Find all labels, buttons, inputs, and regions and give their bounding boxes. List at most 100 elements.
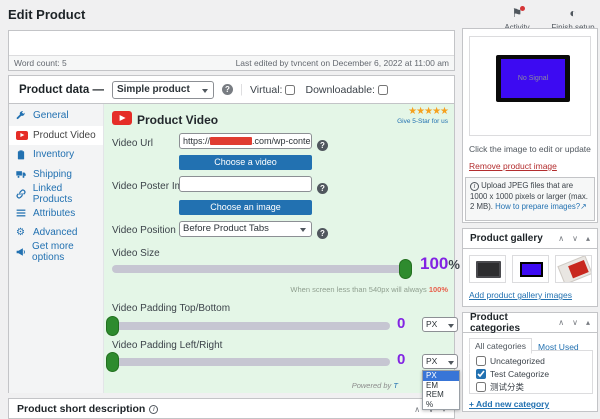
padding-lr-unit-select[interactable]: PX <box>422 354 458 369</box>
product-video-panel: Product Video ★★★★★ Give 5-Star for us V… <box>104 104 460 410</box>
virtual-checkbox[interactable] <box>285 84 296 95</box>
five-stars-icon[interactable]: ★★★★★ <box>408 106 449 117</box>
padding-lr-label: Video Padding Left/Right <box>112 340 223 351</box>
padding-tb-unit-select[interactable]: PX <box>422 317 458 332</box>
toggle-panel-icon[interactable]: ▴ <box>586 234 590 243</box>
tab-inventory[interactable]: Inventory <box>9 145 103 165</box>
padding-tb-label: Video Padding Top/Bottom <box>112 303 231 314</box>
padding-tb-value: 0 <box>397 315 406 332</box>
tab-general[interactable]: General <box>9 106 103 126</box>
category-checkbox[interactable] <box>476 368 486 379</box>
blue-tv-image <box>520 262 543 277</box>
move-down-icon[interactable]: ∨ <box>572 318 578 327</box>
video-size-handle[interactable] <box>399 259 412 279</box>
description-editor[interactable]: Word count: 5 Last edited by tvncent on … <box>8 30 455 71</box>
move-down-icon[interactable]: ∨ <box>572 234 578 243</box>
padding-tb-slider[interactable] <box>112 322 390 330</box>
category-label: Test Categorize <box>490 368 550 379</box>
tab-get-more-options[interactable]: Get more options <box>9 241 103 263</box>
external-link-icon: ↗ <box>580 202 587 212</box>
video-size-slider[interactable] <box>112 265 412 273</box>
move-up-icon[interactable]: ∧ <box>414 405 420 414</box>
product-video-heading: Product Video <box>137 113 219 127</box>
category-checkbox[interactable] <box>476 381 486 392</box>
size-note: When screen less than 540px will always … <box>290 285 448 294</box>
redacted-domain <box>210 137 253 145</box>
product-image[interactable]: No Signal <box>469 36 591 136</box>
padding-lr-handle[interactable] <box>106 352 119 372</box>
tab-product-video[interactable]: Product Video <box>9 125 103 145</box>
move-up-icon[interactable]: ∧ <box>558 234 564 243</box>
tab-all-categories[interactable]: All categories <box>469 338 533 354</box>
unit-value: PX <box>426 319 438 329</box>
tab-attributes[interactable]: Attributes <box>9 204 103 224</box>
product-data-header: Product data — Simple product ? | Virtua… <box>9 76 454 104</box>
tab-label: General <box>33 110 69 122</box>
product-gallery-panel: Product gallery ∧ ∨ ▴ Add product galler… <box>462 228 598 307</box>
add-gallery-images-link[interactable]: Add product gallery images <box>469 290 572 300</box>
video-position-value: Before Product Tabs <box>183 223 269 234</box>
toggle-panel-icon[interactable]: ▴ <box>586 318 590 327</box>
category-checkbox[interactable] <box>476 355 486 366</box>
virtual-label: Virtual: <box>249 83 283 96</box>
video-position-select[interactable]: Before Product Tabs <box>179 221 312 237</box>
tab-shipping[interactable]: Shipping <box>9 165 103 185</box>
gallery-thumb-tilted-device[interactable] <box>555 255 592 283</box>
help-icon[interactable]: ? <box>317 178 328 196</box>
progress-circle-icon: ◐ <box>569 6 577 20</box>
clipboard-icon <box>16 150 29 160</box>
category-item: Test Categorize <box>476 367 592 380</box>
chevron-down-icon <box>300 228 306 232</box>
unit-dropdown: PX EM REM % <box>422 370 460 410</box>
video-size-label: Video Size <box>112 248 160 259</box>
url-prefix: https:// <box>183 136 211 146</box>
prepare-images-link[interactable]: How to prepare images?↗ <box>495 202 587 211</box>
editor-status-bar: Word count: 5 Last edited by tvncent on … <box>9 55 454 70</box>
gear-icon: ⚙ <box>16 227 25 239</box>
unit-option-rem[interactable]: REM <box>423 390 459 400</box>
image-hint: Click the image to edit or update <box>469 144 591 154</box>
unit-option-percent[interactable]: % <box>423 400 459 410</box>
powered-by: Powered by T <box>351 381 398 390</box>
chevron-down-icon <box>448 324 454 328</box>
help-icon[interactable]: ? <box>317 135 328 153</box>
gallery-thumb-dark-tv[interactable] <box>469 255 506 283</box>
youtube-play-icon <box>112 111 132 125</box>
product-data-panel: Product data — Simple product ? | Virtua… <box>8 75 460 410</box>
tilted-device-image <box>557 256 591 282</box>
categories-title: Product categories <box>470 311 521 334</box>
tab-label: Linked Products <box>32 182 73 205</box>
move-up-icon[interactable]: ∧ <box>558 318 564 327</box>
padding-tb-handle[interactable] <box>106 316 119 336</box>
url-suffix: .com/wp-content/uploads/ <box>252 136 311 146</box>
downloadable-checkbox[interactable] <box>377 84 388 95</box>
divider: | <box>239 83 243 96</box>
powered-by-link[interactable]: T <box>393 381 398 390</box>
gallery-thumb-blue-tv[interactable] <box>512 255 549 283</box>
choose-video-button[interactable]: Choose a video <box>179 155 312 170</box>
short-description-title: Product short description <box>17 403 146 415</box>
unit-value: PX <box>426 356 438 366</box>
category-list: Uncategorized Test Categorize 测试分类 <box>469 350 593 394</box>
add-new-category-link[interactable]: + Add new category <box>469 399 549 409</box>
tab-linked-products[interactable]: Linked Products <box>9 182 103 205</box>
product-type-select[interactable]: Simple product <box>111 80 214 99</box>
help-icon[interactable]: ? <box>221 84 233 95</box>
unit-option-em[interactable]: EM <box>423 381 459 391</box>
upload-note: i Upload JPEG files that are 1000 x 1000… <box>465 177 595 221</box>
product-data-tabs: General Product Video Inventory Shipping… <box>9 104 104 393</box>
category-label: 测试分类 <box>490 381 525 392</box>
help-icon[interactable]: ? <box>317 223 328 241</box>
unit-option-px[interactable]: PX <box>423 371 459 381</box>
rating-caption[interactable]: Give 5-Star for us <box>397 118 448 125</box>
notification-dot <box>520 6 526 11</box>
choose-image-button[interactable]: Choose an image <box>179 200 312 215</box>
poster-image-input[interactable] <box>179 176 312 192</box>
info-icon[interactable]: i <box>149 404 159 414</box>
video-url-input[interactable]: https:// .com/wp-content/uploads/ <box>179 133 312 149</box>
tab-advanced[interactable]: ⚙ Advanced <box>9 223 103 243</box>
padding-lr-slider[interactable] <box>112 358 390 366</box>
truck-icon <box>16 169 29 179</box>
gallery-title: Product gallery <box>470 233 543 244</box>
remove-product-image-link[interactable]: Remove product image <box>469 161 557 171</box>
